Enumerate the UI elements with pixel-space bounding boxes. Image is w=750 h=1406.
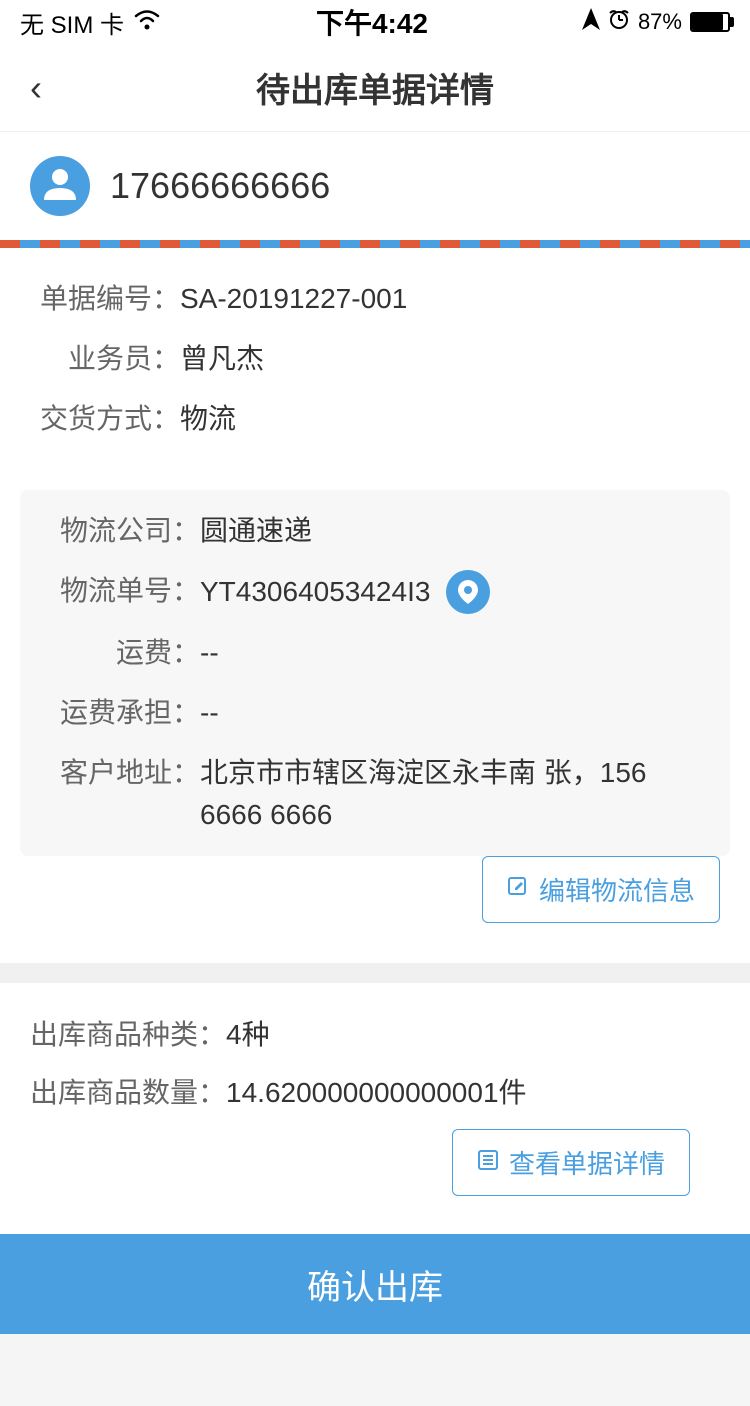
nav-bar: ‹ 待出库单据详情 [0, 44, 750, 132]
confirm-outbound-button[interactable]: 确认出库 [0, 1234, 750, 1334]
back-button[interactable]: ‹ [30, 67, 42, 109]
goods-quantity-value: 14.620000000000001件 [226, 1071, 720, 1111]
address-row: 客户地址： 北京市市辖区海淀区永丰南 张，156 6666 6666 [50, 752, 700, 836]
goods-section: 出库商品种类： 4种 出库商品数量： 14.620000000000001件 查… [0, 983, 750, 1246]
customer-phone: 17666666666 [110, 165, 330, 207]
freight-bearer-value: -- [200, 692, 700, 734]
order-info-section: 单据编号： SA-20191227-001 业务员： 曾凡杰 交货方式： 物流 [0, 248, 750, 470]
delivery-method-value: 物流 [180, 398, 720, 440]
view-detail-btn-row: 查看单据详情 [30, 1129, 720, 1216]
status-right: 87% [582, 8, 730, 36]
customer-card: 17666666666 [0, 132, 750, 240]
avatar-icon [42, 164, 78, 208]
goods-types-value: 4种 [226, 1013, 720, 1053]
freight-value: -- [200, 632, 700, 674]
section-divider [0, 963, 750, 983]
edit-logistics-btn-row: 编辑物流信息 [0, 856, 750, 943]
tracking-row: 物流单号： YT43064053424I3 [50, 570, 700, 614]
goods-types-row: 出库商品种类： 4种 [30, 1013, 720, 1053]
sales-person-value: 曾凡杰 [180, 338, 720, 380]
address-label: 客户地址： [50, 752, 200, 794]
delivery-method-row: 交货方式： 物流 [30, 398, 720, 440]
confirm-btn-label: 确认出库 [307, 1260, 443, 1309]
wifi-icon [132, 8, 162, 37]
tracking-value: YT43064053424I3 [200, 570, 700, 614]
sales-person-row: 业务员： 曾凡杰 [30, 338, 720, 380]
status-left: 无 SIM 卡 [20, 5, 162, 40]
track-location-button[interactable] [446, 570, 490, 614]
view-detail-label: 查看单据详情 [509, 1144, 665, 1181]
order-number-value: SA-20191227-001 [180, 278, 720, 320]
freight-row: 运费： -- [50, 632, 700, 674]
freight-label: 运费： [50, 632, 200, 674]
tracking-label: 物流单号： [50, 570, 200, 612]
battery-percent: 87% [638, 9, 682, 35]
edit-logistics-label: 编辑物流信息 [539, 871, 695, 908]
edit-icon [507, 874, 529, 905]
company-value: 圆通速递 [200, 510, 700, 552]
freight-bearer-label: 运费承担： [50, 692, 200, 734]
company-row: 物流公司： 圆通速递 [50, 510, 700, 552]
list-icon [477, 1147, 499, 1178]
logistics-section: 物流公司： 圆通速递 物流单号： YT43064053424I3 运费： -- … [0, 470, 750, 963]
view-detail-button[interactable]: 查看单据详情 [452, 1129, 690, 1196]
freight-bearer-row: 运费承担： -- [50, 692, 700, 734]
page-title: 待出库单据详情 [256, 63, 494, 112]
alarm-icon [608, 8, 630, 36]
battery-icon [690, 12, 730, 32]
tracking-number-text: YT43064053424I3 [200, 571, 430, 613]
sales-person-label: 业务员： [30, 338, 180, 380]
carrier-text: 无 SIM 卡 [20, 5, 124, 40]
status-bar: 无 SIM 卡 下午4:42 87% [0, 0, 750, 44]
edit-logistics-button[interactable]: 编辑物流信息 [482, 856, 720, 923]
address-value: 北京市市辖区海淀区永丰南 张，156 6666 6666 [200, 752, 700, 836]
status-time: 下午4:42 [316, 2, 428, 42]
goods-quantity-row: 出库商品数量： 14.620000000000001件 [30, 1071, 720, 1111]
goods-quantity-label: 出库商品数量： [30, 1071, 226, 1111]
order-number-row: 单据编号： SA-20191227-001 [30, 278, 720, 320]
logistics-card: 物流公司： 圆通速递 物流单号： YT43064053424I3 运费： -- … [20, 490, 730, 856]
avatar [30, 156, 90, 216]
company-label: 物流公司： [50, 510, 200, 552]
goods-types-label: 出库商品种类： [30, 1013, 226, 1053]
location-status-icon [582, 8, 600, 36]
delivery-method-label: 交货方式： [30, 398, 180, 440]
order-number-label: 单据编号： [30, 278, 180, 320]
dashed-divider [0, 240, 750, 248]
